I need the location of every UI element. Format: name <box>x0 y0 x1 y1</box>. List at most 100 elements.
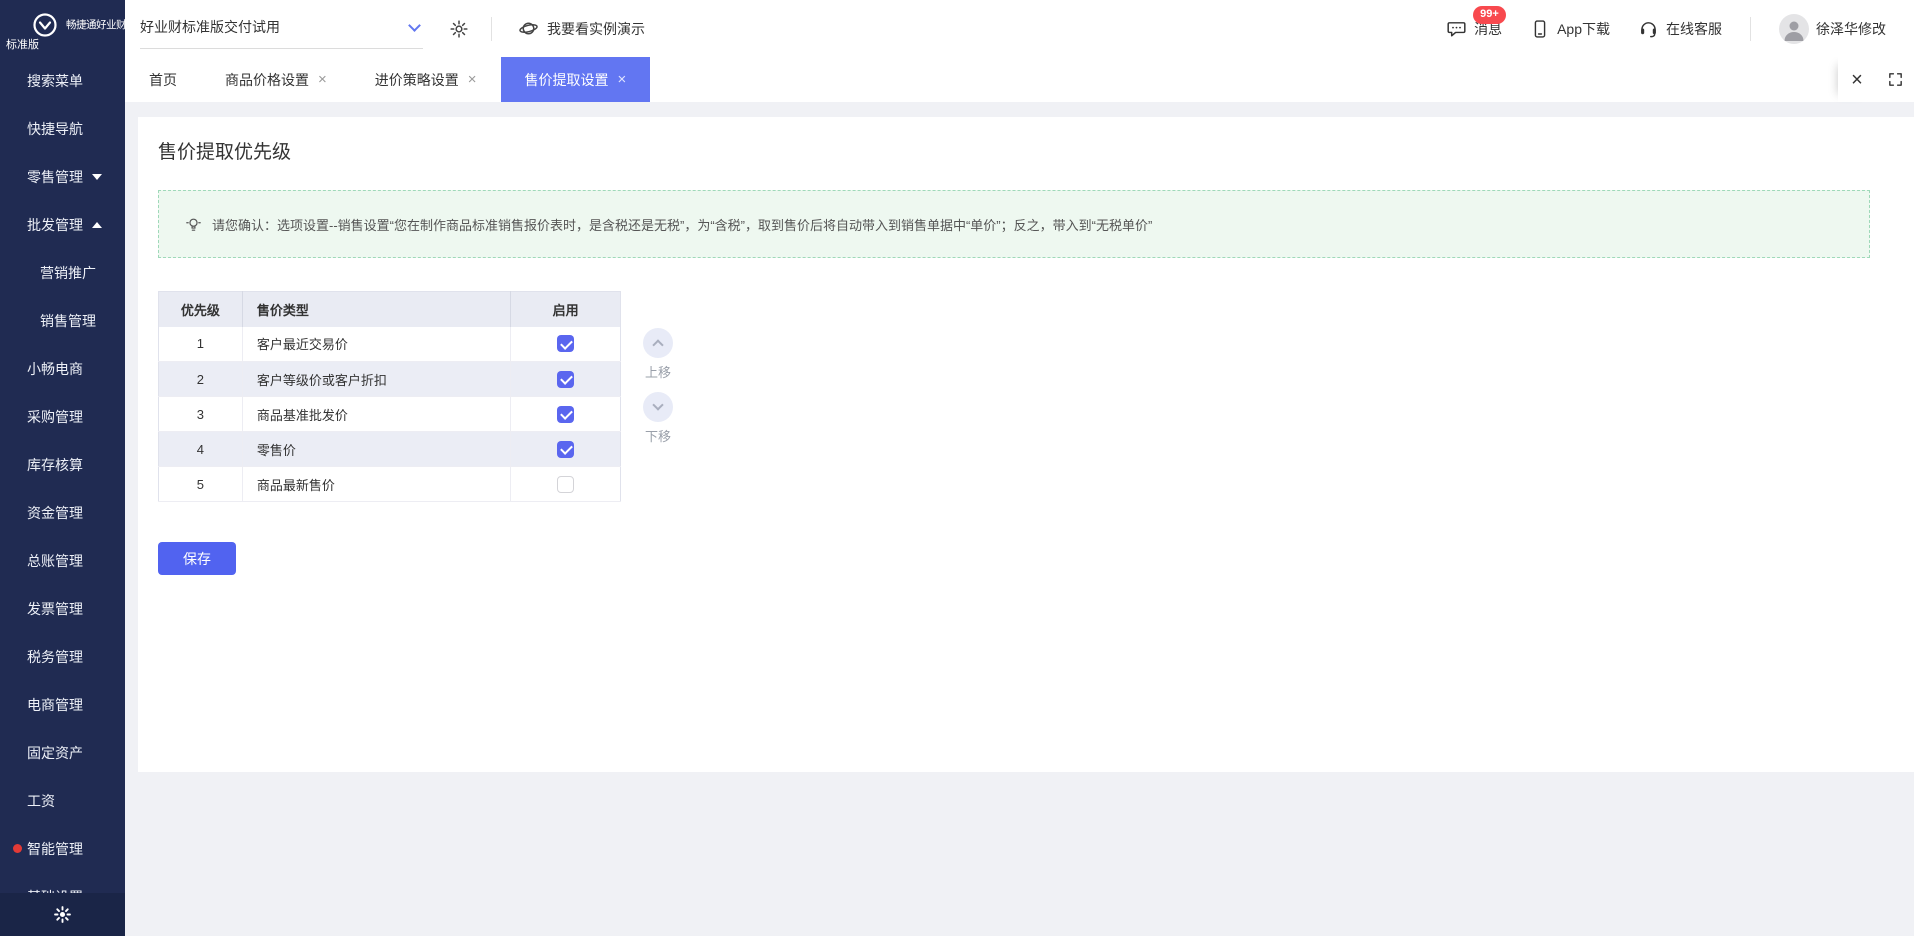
tab-label: 商品价格设置 <box>225 71 309 88</box>
top-bar: 畅捷通好业财 标准版 好业财标准版交付试用 我要看实例演示 消息 99+ App… <box>0 0 1914 57</box>
fullscreen-button[interactable] <box>1876 57 1914 102</box>
move-down-button[interactable] <box>643 392 673 422</box>
chevron-down-icon <box>652 399 664 411</box>
sidebar-footer-settings[interactable] <box>0 893 125 936</box>
tab-bar: 首页 商品价格设置 × 进价策略设置 × 售价提取设置 × × <box>125 57 1914 102</box>
user-menu[interactable]: 徐泽华修改 <box>1779 13 1886 44</box>
checkbox-checked[interactable] <box>557 370 575 388</box>
brand-edition: 标准版 <box>6 39 39 51</box>
messages-badge: 99+ <box>1473 6 1506 24</box>
tab-close-icon[interactable]: × <box>618 72 627 87</box>
sidebar-menu: 搜索菜单快捷导航零售管理批发管理营销推广销售管理小畅电商采购管理库存核算资金管理… <box>0 57 125 921</box>
checkbox-checked[interactable] <box>557 440 575 458</box>
sidebar-item-资金管理[interactable]: 资金管理 <box>0 489 125 537</box>
move-down-group: 下移 <box>643 392 673 445</box>
sidebar-item-固定资产[interactable]: 固定资产 <box>0 729 125 777</box>
table-row: 2 客户等级价或客户折扣 <box>158 361 621 397</box>
sidebar-item-快捷导航[interactable]: 快捷导航 <box>0 105 125 153</box>
triangle-up-icon <box>92 222 102 228</box>
avatar <box>1779 13 1809 44</box>
price-type-cell: 商品最新售价 <box>242 466 512 502</box>
price-type-cell: 零售价 <box>242 431 512 467</box>
enable-cell <box>510 361 621 397</box>
workspace-selector-value: 好业财标准版交付试用 <box>140 19 280 35</box>
table-row: 3 商品基准批发价 <box>158 396 621 432</box>
chevron-up-icon <box>652 339 664 351</box>
sidebar-item-小畅电商[interactable]: 小畅电商 <box>0 345 125 393</box>
workspace-selector[interactable]: 好业财标准版交付试用 <box>140 8 423 49</box>
move-up-group: 上移 <box>643 328 673 381</box>
planet-icon <box>518 18 539 39</box>
tab-售价提取设置[interactable]: 售价提取设置 × <box>500 57 651 102</box>
sidebar-item-营销推广[interactable]: 营销推广 <box>0 249 125 297</box>
notification-dot <box>13 844 22 853</box>
sidebar-item-label: 税务管理 <box>27 649 83 665</box>
sidebar-item-批发管理[interactable]: 批发管理 <box>0 201 125 249</box>
close-icon: × <box>1851 68 1863 91</box>
tab-label: 首页 <box>149 71 177 88</box>
sidebar-item-label: 资金管理 <box>27 505 83 521</box>
column-header-售价类型: 售价类型 <box>242 291 512 327</box>
headset-icon <box>1638 18 1659 39</box>
sidebar-item-label: 营销推广 <box>40 265 96 281</box>
notice-text: 请您确认：选项设置--销售设置“您在制作商品标准销售报价表时，是含税还是无税”，… <box>212 217 1153 233</box>
fullscreen-icon <box>1887 71 1904 88</box>
sidebar-item-label: 搜索菜单 <box>27 73 83 89</box>
messages-button[interactable]: 消息 99+ <box>1446 6 1506 39</box>
page-title: 售价提取优先级 <box>158 142 292 163</box>
tab-进价策略设置[interactable]: 进价策略设置 × <box>351 57 501 102</box>
sidebar-item-库存核算[interactable]: 库存核算 <box>0 441 125 489</box>
sidebar-item-搜索菜单[interactable]: 搜索菜单 <box>0 57 125 105</box>
triangle-down-icon <box>92 174 102 180</box>
sidebar-item-label: 小畅电商 <box>27 361 83 377</box>
table-body: 1 客户最近交易价 2 客户等级价或客户折扣 3 商品基准批发价 4 零售价 5 商品最新售价 <box>158 326 621 502</box>
online-service-button[interactable]: 在线客服 <box>1638 18 1722 39</box>
sidebar: 搜索菜单快捷导航零售管理批发管理营销推广销售管理小畅电商采购管理库存核算资金管理… <box>0 57 125 936</box>
price-type-cell: 客户等级价或客户折扣 <box>242 361 512 397</box>
sidebar-item-label: 总账管理 <box>27 553 83 569</box>
sidebar-item-label: 批发管理 <box>27 217 83 233</box>
sidebar-item-label: 工资 <box>27 793 55 809</box>
move-up-label: 上移 <box>644 365 671 380</box>
sidebar-item-总账管理[interactable]: 总账管理 <box>0 537 125 585</box>
enable-cell <box>510 326 621 362</box>
sidebar-item-智能管理[interactable]: 智能管理 <box>0 825 125 873</box>
table-row: 1 客户最近交易价 <box>158 326 621 362</box>
sidebar-item-label: 固定资产 <box>27 745 83 761</box>
sidebar-item-采购管理[interactable]: 采购管理 <box>0 393 125 441</box>
table-row: 5 商品最新售价 <box>158 466 621 502</box>
sidebar-item-label: 库存核算 <box>27 457 83 473</box>
topbar-divider <box>1750 16 1751 41</box>
sidebar-item-销售管理[interactable]: 销售管理 <box>0 297 125 345</box>
app-download-label: App下载 <box>1557 20 1610 37</box>
sidebar-item-label: 零售管理 <box>27 169 83 185</box>
main-content: 售价提取优先级 请您确认：选项设置--销售设置“您在制作商品标准销售报价表时，是… <box>125 102 1914 936</box>
tab-首页[interactable]: 首页 <box>125 57 201 102</box>
sidebar-item-税务管理[interactable]: 税务管理 <box>0 633 125 681</box>
app-download-button[interactable]: App下载 <box>1530 19 1610 39</box>
column-header-优先级: 优先级 <box>158 291 243 327</box>
save-button[interactable]: 保存 <box>158 542 236 575</box>
sidebar-item-零售管理[interactable]: 零售管理 <box>0 153 125 201</box>
checkbox-checked[interactable] <box>557 335 575 353</box>
demo-link-label: 我要看实例演示 <box>547 20 645 37</box>
demo-link[interactable]: 我要看实例演示 <box>518 18 645 39</box>
tab-商品价格设置[interactable]: 商品价格设置 × <box>201 57 351 102</box>
sidebar-item-label: 电商管理 <box>27 697 83 713</box>
sidebar-item-工资[interactable]: 工资 <box>0 777 125 825</box>
priority-cell: 4 <box>158 431 243 467</box>
close-all-tabs-button[interactable]: × <box>1838 57 1876 102</box>
app-logo: 畅捷通好业财 标准版 <box>0 0 127 57</box>
sidebar-item-label: 快捷导航 <box>27 121 83 137</box>
tab-label: 进价策略设置 <box>374 71 459 88</box>
settings-gear-icon[interactable] <box>449 19 469 39</box>
sidebar-item-label: 采购管理 <box>27 409 83 425</box>
tab-close-icon[interactable]: × <box>468 72 477 87</box>
checkbox-checked[interactable] <box>557 405 575 423</box>
move-controls: 上移 下移 <box>639 328 677 456</box>
move-up-button[interactable] <box>643 328 673 358</box>
sidebar-item-发票管理[interactable]: 发票管理 <box>0 585 125 633</box>
sidebar-item-电商管理[interactable]: 电商管理 <box>0 681 125 729</box>
checkbox-unchecked[interactable] <box>557 475 575 493</box>
tab-close-icon[interactable]: × <box>318 72 327 87</box>
